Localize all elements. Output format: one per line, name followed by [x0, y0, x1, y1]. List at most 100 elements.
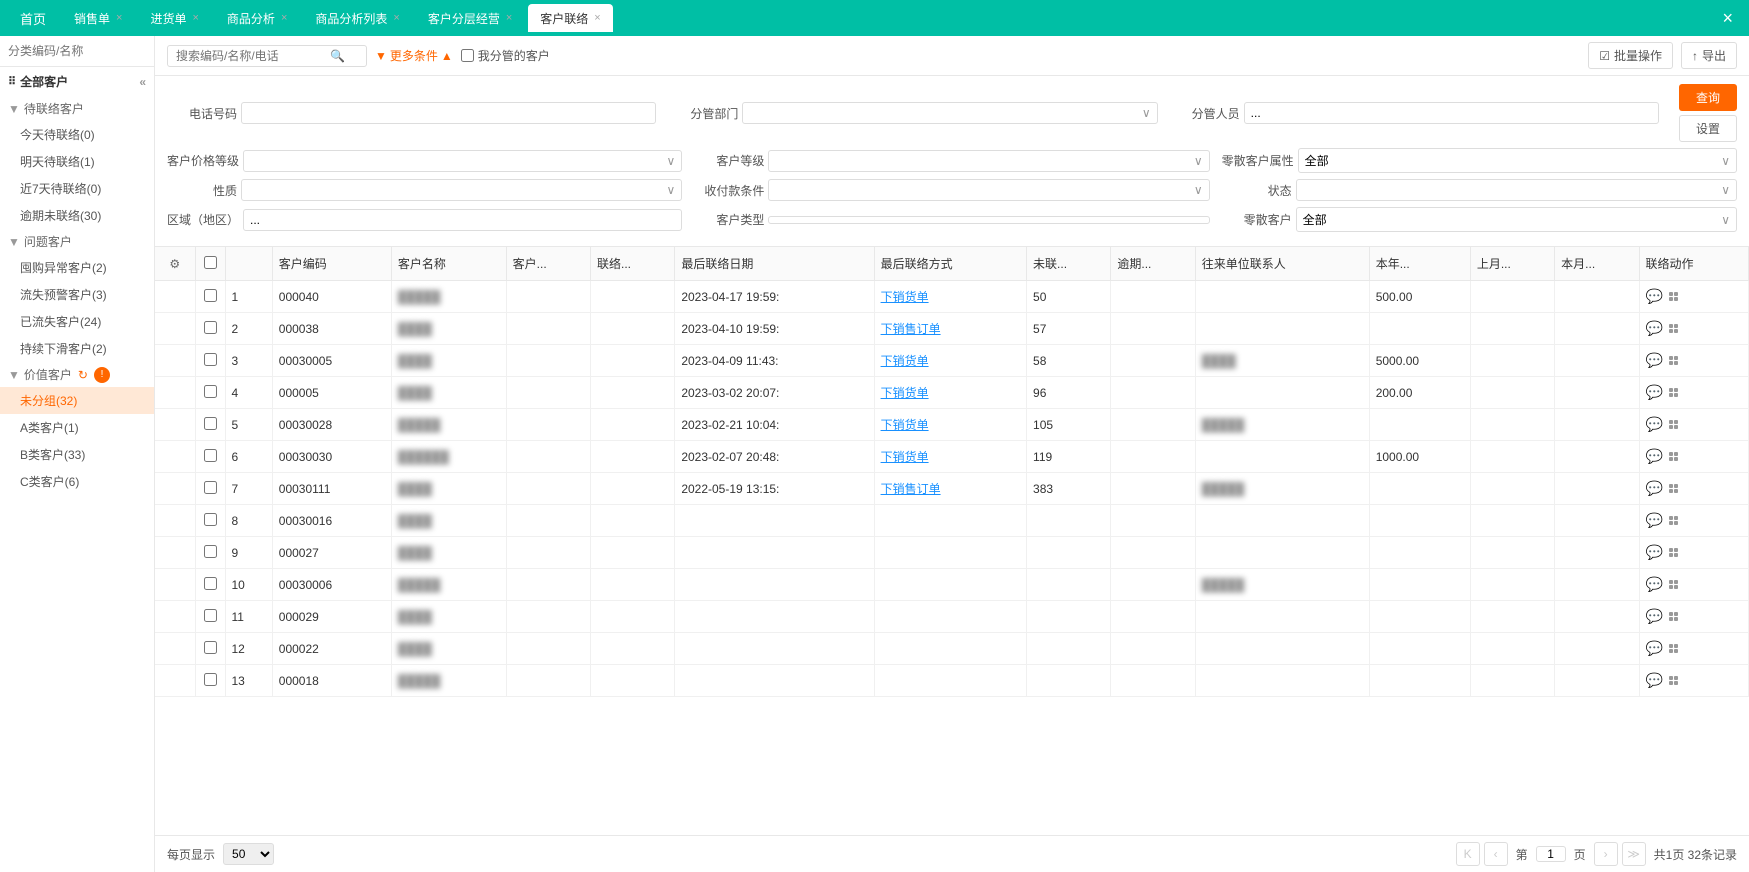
grid-icon-7[interactable]: [1669, 516, 1678, 525]
sidebar-all-customers[interactable]: ⠿ 全部客户 «: [0, 67, 154, 96]
nav-tab-product-list-close[interactable]: ×: [393, 12, 399, 24]
grid-icon-11[interactable]: [1669, 644, 1678, 653]
filter-phone-input[interactable]: [241, 102, 656, 124]
close-all-button[interactable]: ×: [1714, 8, 1741, 29]
sidebar-item-declining[interactable]: 持续下滑客户(2): [0, 335, 154, 362]
sidebar-search-input[interactable]: [8, 44, 155, 58]
prev-page-button[interactable]: ‹: [1484, 842, 1508, 866]
th-action[interactable]: 联络动作: [1639, 247, 1749, 281]
batch-operation-button[interactable]: ☑ 批量操作: [1588, 42, 1673, 69]
filter-nature-select[interactable]: ∨: [241, 179, 682, 201]
filter-dept-select[interactable]: ∨: [742, 102, 1157, 124]
th-overdue[interactable]: 逾期...: [1111, 247, 1195, 281]
nav-tab-product-analysis-close[interactable]: ×: [281, 12, 287, 24]
sidebar-item-ungrouped[interactable]: 未分组(32): [0, 387, 154, 414]
nav-tab-sales-close[interactable]: ×: [116, 12, 122, 24]
row-checkbox-4[interactable]: [204, 417, 217, 430]
sidebar-item-class-c[interactable]: C类客户(6): [0, 468, 154, 495]
settings-icon[interactable]: ⚙: [169, 257, 180, 271]
grid-icon-5[interactable]: [1669, 452, 1678, 461]
nav-tab-customer-contact[interactable]: 客户联络 ×: [528, 4, 612, 32]
filter-manager-select[interactable]: ...: [1244, 102, 1659, 124]
message-icon-4[interactable]: 💬: [1646, 416, 1663, 433]
message-icon-0[interactable]: 💬: [1646, 288, 1663, 305]
filter-payment-select[interactable]: ∨: [768, 179, 1209, 201]
last-page-button[interactable]: ≫: [1622, 842, 1646, 866]
message-icon-9[interactable]: 💬: [1646, 576, 1663, 593]
message-icon-6[interactable]: 💬: [1646, 480, 1663, 497]
grid-icon-9[interactable]: [1669, 580, 1678, 589]
refresh-icon[interactable]: ↻: [78, 368, 88, 382]
filter-customer-type-select[interactable]: [768, 216, 1209, 224]
grid-icon-3[interactable]: [1669, 388, 1678, 397]
nav-tab-purchase[interactable]: 进货单 ×: [138, 4, 210, 32]
th-contact[interactable]: 联络...: [590, 247, 674, 281]
contact-method-link-0[interactable]: 下销货单: [881, 290, 929, 304]
contact-method-link-2[interactable]: 下销货单: [881, 354, 929, 368]
nav-tab-sales[interactable]: 销售单 ×: [62, 4, 134, 32]
th-last-month[interactable]: 上月...: [1470, 247, 1554, 281]
sidebar-item-tomorrow[interactable]: 明天待联络(1): [0, 148, 154, 175]
grid-icon-10[interactable]: [1669, 612, 1678, 621]
collapse-icon[interactable]: «: [139, 75, 146, 89]
contact-method-link-5[interactable]: 下销货单: [881, 450, 929, 464]
page-number-input[interactable]: [1536, 846, 1566, 862]
sidebar-item-7days[interactable]: 近7天待联络(0): [0, 175, 154, 202]
sidebar-item-churned[interactable]: 已流失客户(24): [0, 308, 154, 335]
nav-tab-customer-segment-close[interactable]: ×: [506, 12, 512, 24]
nav-tab-product-list[interactable]: 商品分析列表 ×: [303, 4, 411, 32]
nav-tab-customer-contact-close[interactable]: ×: [594, 12, 600, 24]
row-checkbox-9[interactable]: [204, 577, 217, 590]
message-icon-5[interactable]: 💬: [1646, 448, 1663, 465]
filter-scatter-customer-select[interactable]: 全部 ∨: [1296, 207, 1737, 232]
message-icon-2[interactable]: 💬: [1646, 352, 1663, 369]
message-icon-12[interactable]: 💬: [1646, 672, 1663, 689]
th-settings[interactable]: ⚙: [155, 247, 195, 281]
row-checkbox-6[interactable]: [204, 481, 217, 494]
contact-method-link-6[interactable]: 下销售订单: [881, 482, 941, 496]
th-this-month[interactable]: 本月...: [1555, 247, 1639, 281]
filter-scatter-attr-select[interactable]: 全部 ∨: [1298, 148, 1737, 173]
grid-icon-12[interactable]: [1669, 676, 1678, 685]
message-icon-8[interactable]: 💬: [1646, 544, 1663, 561]
contact-method-link-3[interactable]: 下销货单: [881, 386, 929, 400]
th-name[interactable]: 客户名称: [391, 247, 506, 281]
th-this-year[interactable]: 本年...: [1369, 247, 1470, 281]
th-code[interactable]: 客户编码: [272, 247, 391, 281]
next-page-button[interactable]: ›: [1594, 842, 1618, 866]
filter-search-icon[interactable]: 🔍: [330, 49, 345, 63]
th-type[interactable]: 客户...: [506, 247, 590, 281]
nav-tab-purchase-close[interactable]: ×: [192, 12, 198, 24]
row-checkbox-8[interactable]: [204, 545, 217, 558]
export-button[interactable]: ↑ 导出: [1681, 42, 1737, 69]
filter-customer-level-select[interactable]: ∨: [768, 150, 1209, 172]
filter-more-button[interactable]: ▼ 更多条件 ▲: [375, 47, 453, 64]
th-not-contacted[interactable]: 未联...: [1027, 247, 1111, 281]
th-last-contact-method[interactable]: 最后联络方式: [874, 247, 1026, 281]
filter-status-select[interactable]: ∨: [1296, 179, 1737, 201]
filter-price-level-select[interactable]: ∨: [243, 150, 682, 172]
grid-icon-8[interactable]: [1669, 548, 1678, 557]
nav-home-tab[interactable]: 首页: [8, 9, 58, 28]
grid-icon-2[interactable]: [1669, 356, 1678, 365]
th-unit-contact[interactable]: 往来单位联系人: [1195, 247, 1369, 281]
grid-icon-0[interactable]: [1669, 292, 1678, 301]
sidebar-item-today[interactable]: 今天待联络(0): [0, 121, 154, 148]
first-page-button[interactable]: K: [1456, 842, 1480, 866]
grid-icon-4[interactable]: [1669, 420, 1678, 429]
row-checkbox-3[interactable]: [204, 385, 217, 398]
row-checkbox-5[interactable]: [204, 449, 217, 462]
grid-icon-6[interactable]: [1669, 484, 1678, 493]
filter-region-select[interactable]: ...: [243, 209, 682, 231]
message-icon-1[interactable]: 💬: [1646, 320, 1663, 337]
query-button[interactable]: 查询: [1679, 84, 1737, 111]
row-checkbox-2[interactable]: [204, 353, 217, 366]
grid-icon-1[interactable]: [1669, 324, 1678, 333]
sidebar-item-overdue[interactable]: 逾期未联络(30): [0, 202, 154, 229]
contact-method-link-4[interactable]: 下销货单: [881, 418, 929, 432]
row-checkbox-10[interactable]: [204, 609, 217, 622]
row-checkbox-12[interactable]: [204, 673, 217, 686]
row-checkbox-1[interactable]: [204, 321, 217, 334]
row-checkbox-11[interactable]: [204, 641, 217, 654]
per-page-select[interactable]: 50 20 100: [223, 843, 274, 865]
